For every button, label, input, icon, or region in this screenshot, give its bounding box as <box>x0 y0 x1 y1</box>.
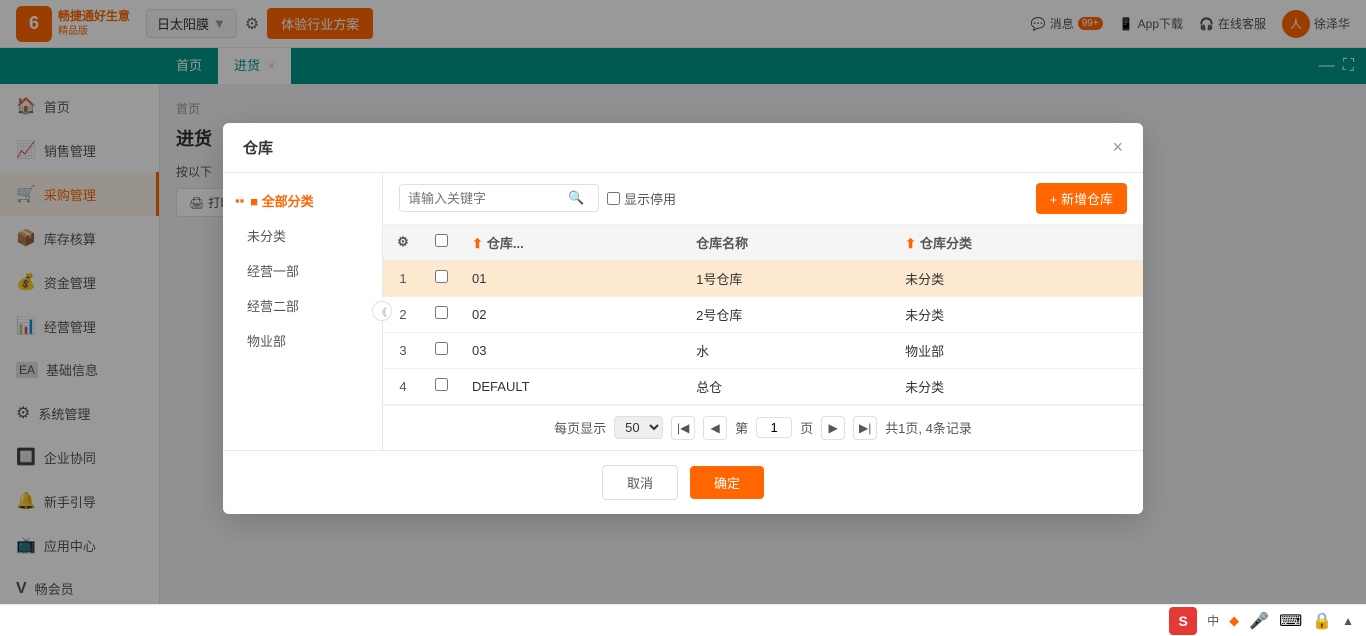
page-first-button[interactable]: |◀ <box>671 416 695 440</box>
warehouse-table: ⚙ ⬆仓库... 仓库名称 ⬆仓库分类 <box>383 225 1143 405</box>
table-row[interactable]: 2 02 2号仓库 未分类 <box>383 296 1143 332</box>
th-code: ⬆仓库... <box>460 225 684 261</box>
pagination: 每页显示 50 |◀ ◀ 第 页 ▶ ▶| 共1页, 4条记录 <box>383 405 1143 450</box>
row-code: 02 <box>460 296 684 332</box>
keyboard-icon[interactable]: ⌨ <box>1279 611 1302 631</box>
row-code: 03 <box>460 332 684 368</box>
row-category: 未分类 <box>893 368 1143 404</box>
modal-category-ops1[interactable]: 经营一部 <box>223 253 382 288</box>
row-checkbox-cell[interactable] <box>423 368 460 404</box>
lock-icon[interactable]: 🔒 <box>1312 611 1332 631</box>
row-code: DEFAULT <box>460 368 684 404</box>
show-disabled-label[interactable]: 显示停用 <box>607 189 676 208</box>
row-num: 3 <box>383 332 423 368</box>
modal-header: 仓库 × <box>223 123 1143 173</box>
s-logo: S <box>1169 607 1197 635</box>
cancel-button[interactable]: 取消 <box>602 465 678 500</box>
page-number-input[interactable] <box>756 417 792 438</box>
row-num: 4 <box>383 368 423 404</box>
bottom-bar: S 中 ◆ 🎤 ⌨ 🔒 ▲ <box>0 604 1366 636</box>
row-checkbox[interactable] <box>435 270 448 283</box>
dot-icon: ◆ <box>1229 613 1239 629</box>
modal-category-property[interactable]: 物业部 <box>223 323 382 358</box>
modal-sidebar: ▪▪ ■ 全部分类 未分类 经营一部 经营二部 物业部 《 <box>223 173 383 450</box>
grid-icon: ▪▪ <box>235 193 244 208</box>
search-box: 🔍 <box>399 184 599 212</box>
sidebar-collapse-button[interactable]: 《 <box>372 301 392 321</box>
row-checkbox[interactable] <box>435 342 448 355</box>
modal-overlay: 仓库 × ▪▪ ■ 全部分类 未分类 经营一部 经营二部 物业部 《 <box>0 0 1366 636</box>
modal-category-unclassified[interactable]: 未分类 <box>223 218 382 253</box>
row-code: 01 <box>460 260 684 296</box>
table-header-row: ⚙ ⬆仓库... 仓库名称 ⬆仓库分类 <box>383 225 1143 261</box>
page-next-button[interactable]: ▶ <box>821 416 845 440</box>
row-checkbox[interactable] <box>435 378 448 391</box>
sort-icon: ⬆ <box>472 236 483 251</box>
row-checkbox[interactable] <box>435 306 448 319</box>
th-settings: ⚙ <box>383 225 423 261</box>
page-last-button[interactable]: ▶| <box>853 416 877 440</box>
chinese-input-icon[interactable]: 中 <box>1207 612 1219 629</box>
row-num: 1 <box>383 260 423 296</box>
modal-body: ▪▪ ■ 全部分类 未分类 经营一部 经营二部 物业部 《 🔍 <box>223 173 1143 450</box>
modal-category-ops2[interactable]: 经营二部 <box>223 288 382 323</box>
row-name: 总仓 <box>684 368 893 404</box>
row-checkbox-cell[interactable] <box>423 332 460 368</box>
th-checkbox <box>423 225 460 261</box>
sort-icon2: ⬆ <box>905 236 916 251</box>
select-all-checkbox[interactable] <box>435 234 448 247</box>
page-prev-button[interactable]: ◀ <box>703 416 727 440</box>
modal-footer: 取消 确定 <box>223 450 1143 514</box>
row-name: 水 <box>684 332 893 368</box>
row-category: 未分类 <box>893 296 1143 332</box>
row-checkbox-cell[interactable] <box>423 296 460 332</box>
modal-all-category[interactable]: ▪▪ ■ 全部分类 <box>223 183 382 218</box>
modal-main: 🔍 显示停用 + 新增仓库 ⚙ <box>383 173 1143 450</box>
confirm-button[interactable]: 确定 <box>690 466 764 499</box>
mic-icon[interactable]: 🎤 <box>1249 611 1269 631</box>
search-input[interactable] <box>400 186 560 211</box>
row-name: 2号仓库 <box>684 296 893 332</box>
table-row[interactable]: 3 03 水 物业部 <box>383 332 1143 368</box>
new-warehouse-button[interactable]: + 新增仓库 <box>1036 183 1127 214</box>
modal-title: 仓库 <box>243 137 273 158</box>
table-row[interactable]: 1 01 1号仓库 未分类 <box>383 260 1143 296</box>
row-name: 1号仓库 <box>684 260 893 296</box>
th-name: 仓库名称 <box>684 225 893 261</box>
up-arrow-icon[interactable]: ▲ <box>1342 614 1354 628</box>
modal-toolbar: 🔍 显示停用 + 新增仓库 <box>383 173 1143 225</box>
row-category: 物业部 <box>893 332 1143 368</box>
table-row[interactable]: 4 DEFAULT 总仓 未分类 <box>383 368 1143 404</box>
modal-close-button[interactable]: × <box>1112 137 1123 158</box>
row-category: 未分类 <box>893 260 1143 296</box>
per-page-select[interactable]: 50 <box>614 416 663 439</box>
th-category: ⬆仓库分类 <box>893 225 1143 261</box>
warehouse-modal: 仓库 × ▪▪ ■ 全部分类 未分类 经营一部 经营二部 物业部 《 <box>223 123 1143 514</box>
row-checkbox-cell[interactable] <box>423 260 460 296</box>
show-disabled-checkbox[interactable] <box>607 192 620 205</box>
search-icon[interactable]: 🔍 <box>560 185 592 211</box>
